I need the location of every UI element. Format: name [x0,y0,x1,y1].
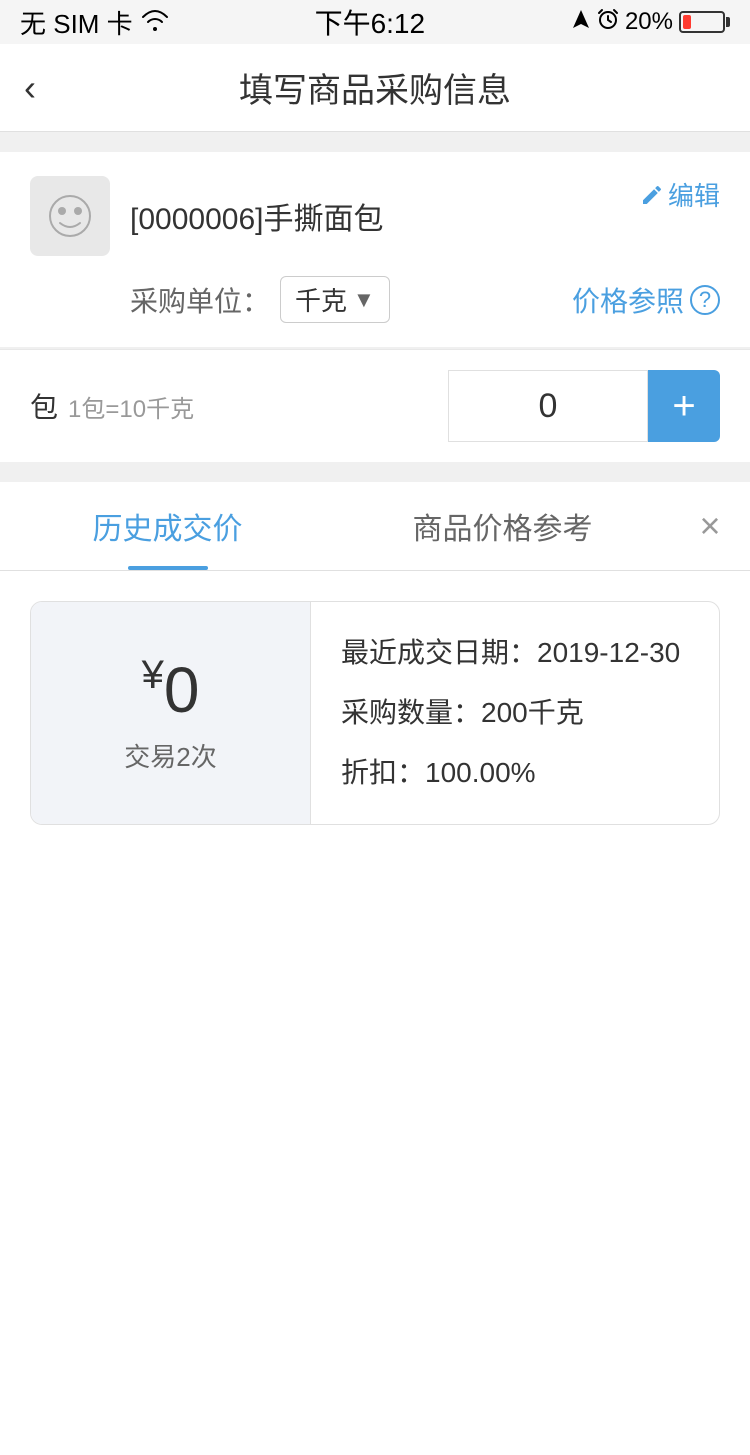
bottom-area [0,855,750,1455]
unit-dropdown-arrow: ▼ [353,287,375,313]
product-unit-row: 采购单位： 千克 ▼ 价格参照 ? [30,276,720,323]
price-ref-label: 价格参照 [572,280,684,320]
quantity-unit: 包 [30,386,58,426]
product-thumbnail [30,176,110,256]
location-icon [571,8,591,37]
battery-icon [679,11,730,33]
history-trade-count: 交易2次 [124,737,216,774]
quantity-bar: 包 1包=10千克 0 + [0,349,750,462]
tabs-header: 历史成交价 商品价格参考 × [0,482,750,571]
product-header: [0000006]手撕面包 编辑 [30,176,720,256]
history-price-block: ¥0 交易2次 [31,602,311,824]
quantity-left: 包 1包=10千克 [30,386,194,426]
alarm-icon [597,8,619,37]
yen-symbol: ¥ [142,653,164,697]
status-bar: 无 SIM 卡 下午6:12 20% [0,0,750,44]
tab-price-ref-label: 商品价格参考 [413,504,593,548]
unit-value: 千克 [295,281,347,318]
history-details: 最近成交日期：2019-12-30 采购数量：200千克 折扣：100.00% [311,602,719,824]
product-card: [0000006]手撕面包 编辑 采购单位： 千克 ▼ 价格参照 ? [0,152,750,347]
tab-history-label: 历史成交价 [93,504,243,548]
history-price-value: ¥0 [142,653,200,727]
carrier-text: 无 SIM 卡 [20,4,133,41]
price-ref-button[interactable]: 价格参照 ? [572,280,720,320]
history-discount: 折扣：100.00% [341,752,689,794]
quantity-input[interactable]: 0 [448,370,648,442]
wifi-icon [141,7,169,38]
page-title: 填写商品采购信息 [239,63,511,112]
status-left: 无 SIM 卡 [20,4,169,41]
history-recent-date: 最近成交日期：2019-12-30 [341,632,689,674]
history-purchase-qty: 采购数量：200千克 [341,692,689,734]
tabs-section: 历史成交价 商品价格参考 × ¥0 交易2次 最近成交日期：2019-12-30… [0,482,750,855]
edit-label: 编辑 [668,176,720,213]
tabs-close-button[interactable]: × [670,482,750,570]
tab-active-indicator [128,566,208,570]
battery-percent: 20% [625,8,673,36]
status-time: 下午6:12 [315,2,426,42]
tab-history-price[interactable]: 历史成交价 [0,482,335,570]
product-name: [0000006]手撕面包 [130,194,383,238]
history-card: ¥0 交易2次 最近成交日期：2019-12-30 采购数量：200千克 折扣：… [30,601,720,825]
back-button[interactable]: ‹ [24,67,36,109]
nav-bar: ‹ 填写商品采购信息 [0,44,750,132]
price-ref-help-icon: ? [690,285,720,315]
tab-product-price-ref[interactable]: 商品价格参考 [335,482,670,570]
unit-select[interactable]: 千克 ▼ [280,276,390,323]
product-left: [0000006]手撕面包 [30,176,383,256]
quantity-plus-button[interactable]: + [648,370,720,442]
unit-label: 采购单位： 千克 ▼ [130,276,390,323]
quantity-hint: 1包=10千克 [68,389,194,424]
edit-button[interactable]: 编辑 [640,176,720,213]
status-right: 20% [571,8,730,37]
quantity-right: 0 + [448,370,720,442]
tab-content: ¥0 交易2次 最近成交日期：2019-12-30 采购数量：200千克 折扣：… [0,571,750,855]
